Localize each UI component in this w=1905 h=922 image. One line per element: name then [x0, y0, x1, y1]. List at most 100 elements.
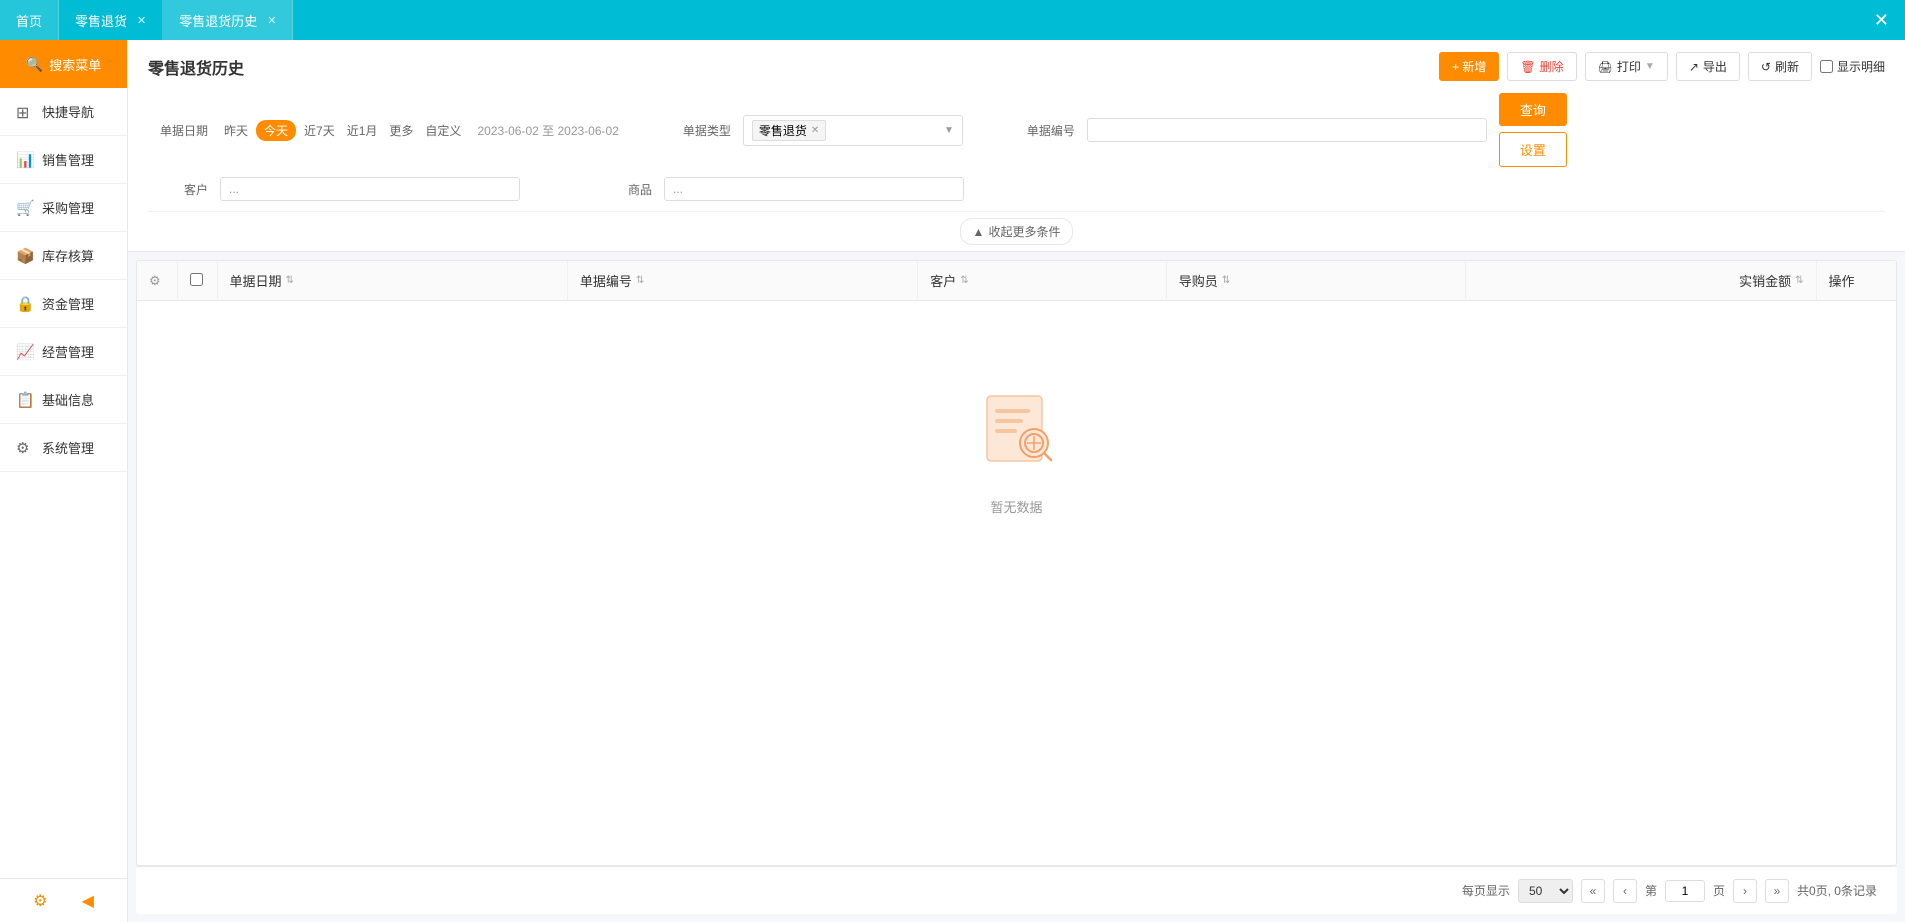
refresh-button[interactable]: ↺ 刷新: [1748, 52, 1812, 81]
empty-state-row: 暂无数据: [137, 301, 1896, 597]
th-settings: ⚙: [137, 261, 177, 301]
th-date-sort-icon[interactable]: ⇅: [286, 275, 294, 286]
inventory-icon: 📦: [16, 247, 34, 265]
voucher-number-filter-label: 单据编号: [1015, 122, 1075, 139]
th-amount: 实销金额 ⇅: [1466, 261, 1816, 301]
date-yesterday-btn[interactable]: 昨天: [220, 120, 252, 141]
th-date: 单据日期 ⇅: [217, 261, 567, 301]
date-1month-btn[interactable]: 近1月: [343, 120, 382, 141]
first-page-button[interactable]: «: [1581, 879, 1605, 903]
prev-page-button[interactable]: ‹: [1613, 879, 1637, 903]
tab-retail-return-history[interactable]: 零售退货历史 ✕: [163, 0, 293, 40]
date-more-btn[interactable]: 更多: [385, 120, 417, 141]
th-customer-label: 客户: [930, 271, 956, 290]
customer-input-wrap[interactable]: ...: [220, 177, 520, 201]
sidebar-item-finance[interactable]: 🔒 资金管理: [0, 280, 127, 328]
tab-bar: 首页 零售退货 ✕ 零售退货历史 ✕: [0, 0, 1874, 40]
delete-icon: 🗑: [1520, 60, 1535, 74]
page-number-input[interactable]: [1665, 880, 1705, 902]
table-body: 暂无数据: [137, 301, 1896, 597]
sidebar-item-sales[interactable]: 📊 销售管理: [0, 136, 127, 184]
sidebar-item-system[interactable]: ⚙ 系统管理: [0, 424, 127, 472]
sidebar-item-basic-info[interactable]: 📋 基础信息: [0, 376, 127, 424]
th-checkbox: [177, 261, 217, 301]
table-wrap: ⚙ 单据日期 ⇅ 单据编号: [136, 260, 1897, 866]
set-button[interactable]: 设置: [1499, 132, 1567, 167]
voucher-type-chevron-icon: ▼: [944, 125, 954, 136]
action-buttons: 查询 设置: [1499, 93, 1567, 167]
voucher-type-tag: 零售退货 ✕: [752, 120, 826, 141]
finance-icon: 🔒: [16, 295, 34, 313]
last-page-button[interactable]: »: [1765, 879, 1789, 903]
voucher-type-tag-text: 零售退货: [759, 122, 807, 139]
th-date-label: 单据日期: [230, 271, 282, 290]
tab-home-label: 首页: [16, 11, 42, 30]
collapse-filter-button[interactable]: ▲ 收起更多条件: [960, 218, 1074, 245]
th-number-sort-icon[interactable]: ⇅: [636, 275, 644, 286]
show-detail-checkbox[interactable]: [1820, 60, 1833, 73]
empty-text: 暂无数据: [990, 497, 1042, 516]
page-label: 页: [1713, 882, 1725, 899]
date-today-btn[interactable]: 今天: [256, 120, 296, 141]
select-all-checkbox[interactable]: [190, 273, 203, 286]
voucher-number-input[interactable]: [1087, 118, 1487, 142]
customer-filter-label: 客户: [148, 181, 208, 198]
sidebar: 🔍 搜索菜单 ⊞ 快捷导航 📊 销售管理 🛒 采购管理 📦 库存核算 🔒: [0, 40, 128, 922]
show-detail-checkbox-label[interactable]: 显示明细: [1820, 58, 1885, 75]
new-button[interactable]: + 新增: [1439, 52, 1499, 81]
query-button[interactable]: 查询: [1499, 93, 1567, 126]
collapse-sidebar-icon[interactable]: ◀: [82, 891, 94, 911]
page-header: 零售退货历史 + 新增 🗑 删除 🖨 打印 ▼ ↗ 导出: [128, 40, 1905, 252]
top-bar-right: ✕: [1874, 10, 1905, 31]
toolbar: + 新增 🗑 删除 🖨 打印 ▼ ↗ 导出 ↺: [1439, 52, 1885, 81]
export-icon: ↗: [1689, 60, 1699, 74]
quick-nav-icon: ⊞: [16, 103, 34, 121]
settings-bottom-icon[interactable]: ⚙: [33, 891, 47, 911]
goods-placeholder: ...: [673, 182, 683, 196]
sidebar-item-basic-info-label: 基础信息: [42, 390, 94, 409]
search-menu-button[interactable]: 🔍 搜索菜单: [0, 40, 127, 88]
sidebar-item-operation[interactable]: 📈 经营管理: [0, 328, 127, 376]
tab-retail-return[interactable]: 零售退货 ✕: [59, 0, 163, 40]
empty-illustration: [967, 381, 1067, 481]
refresh-icon: ↺: [1761, 60, 1771, 74]
page-title-row: 零售退货历史 + 新增 🗑 删除 🖨 打印 ▼ ↗ 导出: [148, 52, 1885, 81]
print-chevron-icon: ▼: [1645, 61, 1655, 72]
table-settings-icon[interactable]: ⚙: [149, 273, 161, 288]
tab-retail-return-history-label: 零售退货历史: [179, 11, 257, 30]
th-amount-label: 实销金额: [1739, 271, 1791, 290]
th-number-label: 单据编号: [580, 271, 632, 290]
pagination-bar: 每页显示 50 10 20 100 « ‹ 第 页 › » 共0页, 0条记录: [136, 866, 1897, 914]
th-customer-sort-icon[interactable]: ⇅: [960, 275, 968, 286]
tab-retail-return-close[interactable]: ✕: [137, 14, 146, 27]
sidebar-item-quick-nav[interactable]: ⊞ 快捷导航: [0, 88, 127, 136]
th-amount-sort-icon[interactable]: ⇅: [1795, 275, 1803, 286]
voucher-type-select[interactable]: 零售退货 ✕ ▼: [743, 115, 963, 146]
goods-input-wrap[interactable]: ...: [664, 177, 964, 201]
sidebar-item-system-label: 系统管理: [42, 438, 94, 457]
th-customer: 客户 ⇅: [918, 261, 1166, 301]
sidebar-item-finance-label: 资金管理: [42, 294, 94, 313]
print-button[interactable]: 🖨 打印 ▼: [1585, 52, 1668, 81]
window-close-button[interactable]: ✕: [1874, 10, 1889, 31]
sidebar-item-inventory[interactable]: 📦 库存核算: [0, 232, 127, 280]
th-guide-sort-icon[interactable]: ⇅: [1222, 275, 1230, 286]
voucher-type-tag-close[interactable]: ✕: [811, 125, 819, 136]
top-bar: 首页 零售退货 ✕ 零售退货历史 ✕ ✕: [0, 0, 1905, 40]
export-button[interactable]: ↗ 导出: [1676, 52, 1740, 81]
operation-icon: 📈: [16, 343, 34, 361]
sidebar-item-purchase[interactable]: 🛒 采购管理: [0, 184, 127, 232]
purchase-icon: 🛒: [16, 199, 34, 217]
filter-section: 单据日期 昨天 今天 近7天 近1月 更多 自定义 2023-06-02 至 2…: [148, 93, 1885, 251]
tab-retail-return-history-close[interactable]: ✕: [267, 14, 276, 27]
total-info: 共0页, 0条记录: [1797, 882, 1877, 899]
date-custom-btn[interactable]: 自定义: [421, 120, 465, 141]
main-layout: 🔍 搜索菜单 ⊞ 快捷导航 📊 销售管理 🛒 采购管理 📦 库存核算 🔒: [0, 40, 1905, 922]
table-header-row: ⚙ 单据日期 ⇅ 单据编号: [137, 261, 1896, 301]
tab-home[interactable]: 首页: [0, 0, 59, 40]
page-size-select[interactable]: 50 10 20 100: [1518, 879, 1573, 903]
date-7days-btn[interactable]: 近7天: [300, 120, 339, 141]
next-page-button[interactable]: ›: [1733, 879, 1757, 903]
date-filter-label: 单据日期: [148, 122, 208, 139]
delete-button[interactable]: 🗑 删除: [1507, 52, 1576, 81]
